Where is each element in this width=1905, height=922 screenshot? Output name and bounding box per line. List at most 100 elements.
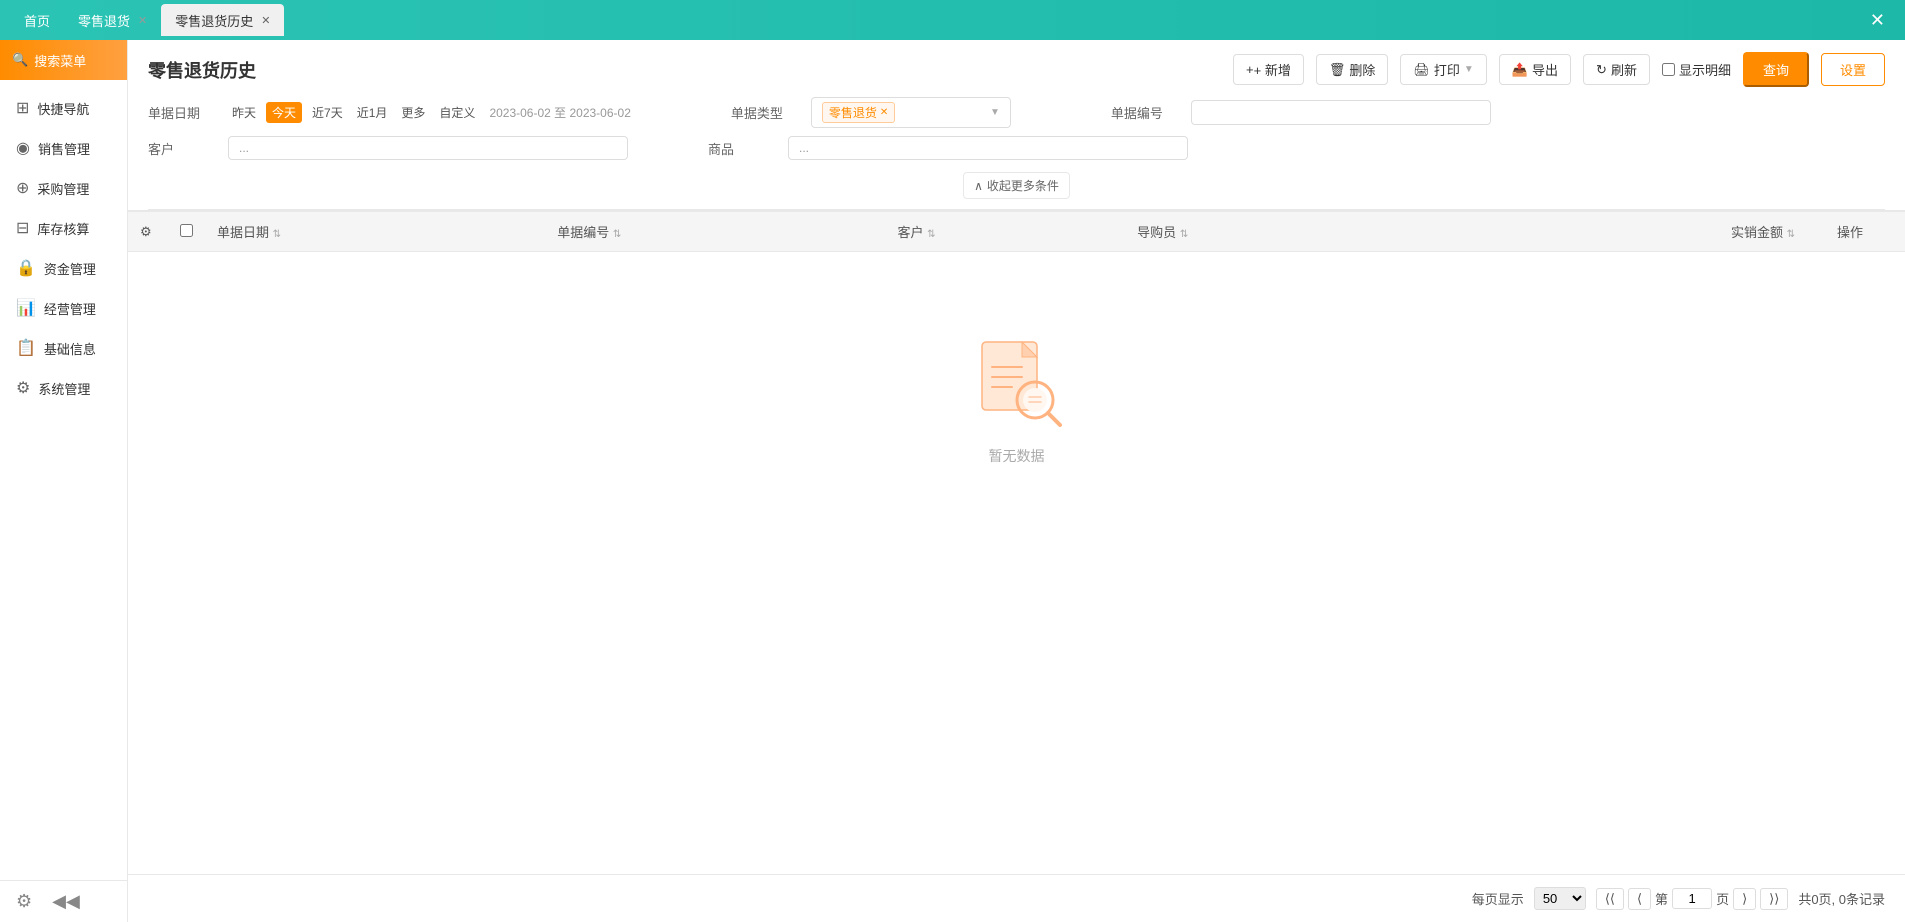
customer-select[interactable]: ... [228,136,628,160]
sidebar-search[interactable]: 🔍 搜索菜单 [0,40,127,80]
prev-page-button[interactable]: ⟨ [1628,888,1651,910]
display-checkbox[interactable] [1662,63,1675,76]
date-sort-icon[interactable]: ⇅ [273,229,281,240]
sidebar-item-operations[interactable]: 📊 经营管理 [0,288,127,328]
per-page-select[interactable]: 50 10 20 100 [1534,887,1586,910]
main-layout: 🔍 搜索菜单 ⊞ 快捷导航 ◉ 销售管理 ⊕ 采购管理 ⊟ 库存核算 🔒 资金 [0,40,1905,922]
type-select[interactable]: 零售退货 ✕ ▼ [811,97,1011,128]
setting-button[interactable]: 设置 [1821,53,1885,86]
page-unit: 页 [1716,889,1729,908]
sales-icon: ◉ [16,138,30,158]
next-page-button[interactable]: ⟩ [1733,888,1756,910]
date-opt-today[interactable]: 今天 [266,102,302,123]
customer-filter-label: 客户 [148,139,208,158]
table-body: 暂无数据 [128,252,1905,547]
sidebar: 🔍 搜索菜单 ⊞ 快捷导航 ◉ 销售管理 ⊕ 采购管理 ⊟ 库存核算 🔒 资金 [0,40,128,922]
number-filter-label: 单据编号 [1111,103,1171,122]
close-tab-retail-return-history[interactable]: ✕ [261,14,270,27]
tab-retail-return-history[interactable]: 零售退货历史 ✕ [161,4,284,36]
col-checkbox [168,212,205,252]
page-title: 零售退货历史 [148,57,256,83]
last-page-button[interactable]: ⟩⟩ [1760,888,1788,910]
col-amount: 实销金额 ⇅ [1415,212,1825,252]
delete-button[interactable]: 🗑 删除 [1316,54,1389,85]
per-page-label: 每页显示 [1472,889,1524,908]
col-date: 单据日期 ⇅ [205,212,545,252]
refresh-button[interactable]: ↻ 刷新 [1583,54,1650,85]
sidebar-item-purchase-mgmt[interactable]: ⊕ 采购管理 [0,168,127,208]
export-icon: 📤 [1512,62,1528,78]
date-options: 昨天 今天 近7天 近1月 更多 自定义 2023-06-02 至 2023-0… [228,102,631,123]
empty-illustration [967,332,1067,432]
guide-sort-icon[interactable]: ⇅ [1180,229,1188,240]
delete-icon: 🗑 [1329,62,1346,78]
type-select-chevron: ▼ [990,107,1000,118]
top-bar-right: ✕ [1860,10,1895,31]
basic-info-icon: 📋 [16,338,36,358]
select-all-checkbox[interactable] [180,224,193,237]
export-button[interactable]: 📤 导出 [1499,54,1571,85]
table-settings-icon[interactable]: ⚙ [140,224,152,239]
new-icon: + [1246,62,1254,77]
content-area: 零售退货历史 + + 新增 🗑 删除 🖨 打印 ▼ [128,40,1905,922]
purchase-icon: ⊕ [16,178,29,198]
sidebar-nav: ⊞ 快捷导航 ◉ 销售管理 ⊕ 采购管理 ⊟ 库存核算 🔒 资金管理 📊 经营管 [0,80,127,880]
filter-row-2: 客户 ... 商品 ... [148,136,1885,160]
tab-retail-return[interactable]: 零售退货 ✕ [64,4,161,36]
type-tag: 零售退货 ✕ [822,102,895,123]
date-opt-yesterday[interactable]: 昨天 [228,102,260,123]
goods-select[interactable]: ... [788,136,1188,160]
sidebar-item-system-mgmt[interactable]: ⚙ 系统管理 [0,368,127,408]
collapse-button[interactable]: ∧ 收起更多条件 [963,172,1070,199]
date-opt-1month[interactable]: 近1月 [353,102,392,123]
page-input[interactable] [1672,888,1712,909]
number-sort-icon[interactable]: ⇅ [613,229,621,240]
amount-sort-icon[interactable]: ⇅ [1787,229,1795,240]
sidebar-item-finance[interactable]: 🔒 资金管理 [0,248,127,288]
first-page-button[interactable]: ⟨⟨ [1596,888,1624,910]
sidebar-item-inventory[interactable]: ⊟ 库存核算 [0,208,127,248]
type-tag-remove[interactable]: ✕ [880,107,888,118]
top-bar: 首页 零售退货 ✕ 零售退货历史 ✕ ✕ [0,0,1905,40]
new-button[interactable]: + + 新增 [1233,54,1304,85]
type-filter-label: 单据类型 [731,103,791,122]
sidebar-item-quick-nav[interactable]: ⊞ 快捷导航 [0,88,127,128]
col-settings: ⚙ [128,212,168,252]
date-opt-more[interactable]: 更多 [397,102,429,123]
table-area: ⚙ 单据日期 ⇅ 单据编号 ⇅ [128,211,1905,874]
tab-home[interactable]: 首页 [10,4,64,36]
system-mgmt-icon: ⚙ [16,378,30,398]
empty-text: 暂无数据 [989,446,1045,466]
number-filter-input[interactable] [1191,100,1491,125]
search-icon: 🔍 [12,52,28,68]
print-chevron-icon: ▼ [1464,64,1474,75]
date-filter-label: 单据日期 [148,103,208,122]
close-tab-retail-return[interactable]: ✕ [138,14,147,27]
close-window-button[interactable]: ✕ [1860,10,1895,31]
page-nav: ⟨⟨ ⟨ 第 页 ⟩ ⟩⟩ [1596,888,1789,910]
sidebar-item-basic-info[interactable]: 📋 基础信息 [0,328,127,368]
sidebar-settings-icon[interactable]: ⚙ [16,891,32,912]
display-toggle[interactable]: 显示明细 [1662,60,1731,79]
query-button[interactable]: 查询 [1743,52,1809,87]
col-customer: 客户 ⇅ [885,212,1125,252]
print-button[interactable]: 🖨 打印 ▼ [1400,54,1486,85]
page-header: 零售退货历史 + + 新增 🗑 删除 🖨 打印 ▼ [128,40,1905,211]
refresh-icon: ↻ [1596,62,1607,78]
filter-row-1: 单据日期 昨天 今天 近7天 近1月 更多 自定义 2023-06-02 至 2… [148,97,1885,128]
empty-state: 暂无数据 [128,252,1905,546]
goods-filter-label: 商品 [708,139,768,158]
customer-sort-icon[interactable]: ⇅ [927,229,935,240]
operations-icon: 📊 [16,298,36,318]
total-records: 共0页, 0条记录 [1798,889,1885,908]
date-opt-7days[interactable]: 近7天 [308,102,347,123]
date-opt-custom[interactable]: 自定义 [435,102,479,123]
inventory-icon: ⊟ [16,218,29,238]
print-icon: 🖨 [1413,62,1430,78]
col-guide: 导购员 ⇅ [1125,212,1415,252]
pagination-bar: 每页显示 50 10 20 100 ⟨⟨ ⟨ 第 页 ⟩ ⟩⟩ 共0页, 0条记… [128,874,1905,922]
collapse-icon: ∧ [974,179,983,193]
sidebar-bottom: ⚙ ◀◀ [0,880,127,922]
sidebar-item-sales-mgmt[interactable]: ◉ 销售管理 [0,128,127,168]
sidebar-audio-icon[interactable]: ◀◀ [52,891,80,912]
